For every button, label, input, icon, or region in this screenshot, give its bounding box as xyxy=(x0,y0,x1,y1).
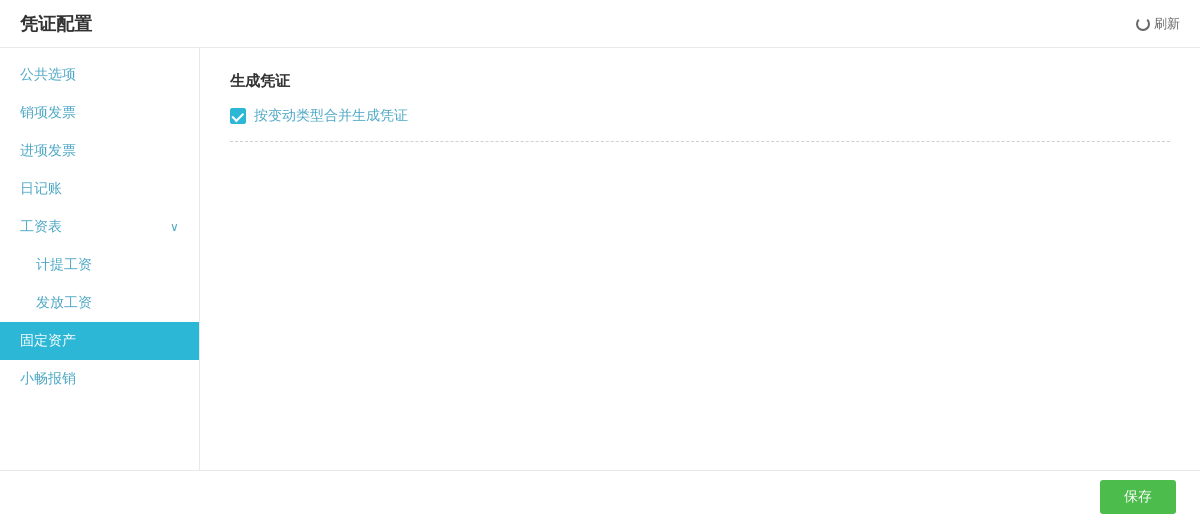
content-area: 生成凭证 按变动类型合并生成凭证 xyxy=(200,48,1200,470)
sidebar-item-payroll-table[interactable]: 工资表 ∨ xyxy=(0,208,199,246)
sidebar-item-payroll-calc[interactable]: 计提工资 xyxy=(0,246,199,284)
footer: 保存 xyxy=(0,470,1200,522)
sidebar-item-label: 固定资产 xyxy=(20,332,76,350)
refresh-label: 刷新 xyxy=(1154,15,1180,33)
sidebar-item-purchase-invoice[interactable]: 进项发票 xyxy=(0,132,199,170)
section-divider xyxy=(230,141,1170,142)
main-layout: 公共选项销项发票进项发票日记账工资表 ∨ 计提工资发放工资固定资产小畅报销 生成凭证… xyxy=(0,48,1200,470)
sidebar-item-label: 销项发票 xyxy=(20,104,76,122)
sidebar-item-fixed-assets[interactable]: 固定资产 xyxy=(0,322,199,360)
sidebar-item-label: 公共选项 xyxy=(20,66,76,84)
sidebar-item-label: 工资表 xyxy=(20,218,62,236)
page-title: 凭证配置 xyxy=(20,12,92,36)
sidebar-item-label: 计提工资 xyxy=(36,256,92,274)
sidebar: 公共选项销项发票进项发票日记账工资表 ∨ 计提工资发放工资固定资产小畅报销 xyxy=(0,48,200,470)
sidebar-item-journal[interactable]: 日记账 xyxy=(0,170,199,208)
sidebar-item-label: 进项发票 xyxy=(20,142,76,160)
merge-by-type-label: 按变动类型合并生成凭证 xyxy=(254,107,408,125)
save-button[interactable]: 保存 xyxy=(1100,480,1176,514)
sidebar-item-label: 小畅报销 xyxy=(20,370,76,388)
sidebar-item-expense-reimb[interactable]: 小畅报销 xyxy=(0,360,199,398)
refresh-icon xyxy=(1136,17,1150,31)
sidebar-item-label: 发放工资 xyxy=(36,294,92,312)
refresh-button[interactable]: 刷新 xyxy=(1136,15,1180,33)
sidebar-item-public-options[interactable]: 公共选项 xyxy=(0,56,199,94)
merge-by-type-checkbox[interactable] xyxy=(230,108,246,124)
header: 凭证配置 刷新 xyxy=(0,0,1200,48)
sidebar-item-sales-invoice[interactable]: 销项发票 xyxy=(0,94,199,132)
chevron-down-icon: ∨ xyxy=(170,220,179,234)
merge-by-type-row: 按变动类型合并生成凭证 xyxy=(230,107,1170,125)
sidebar-item-label: 日记账 xyxy=(20,180,62,198)
section-title: 生成凭证 xyxy=(230,72,1170,91)
sidebar-item-payroll-issue[interactable]: 发放工资 xyxy=(0,284,199,322)
